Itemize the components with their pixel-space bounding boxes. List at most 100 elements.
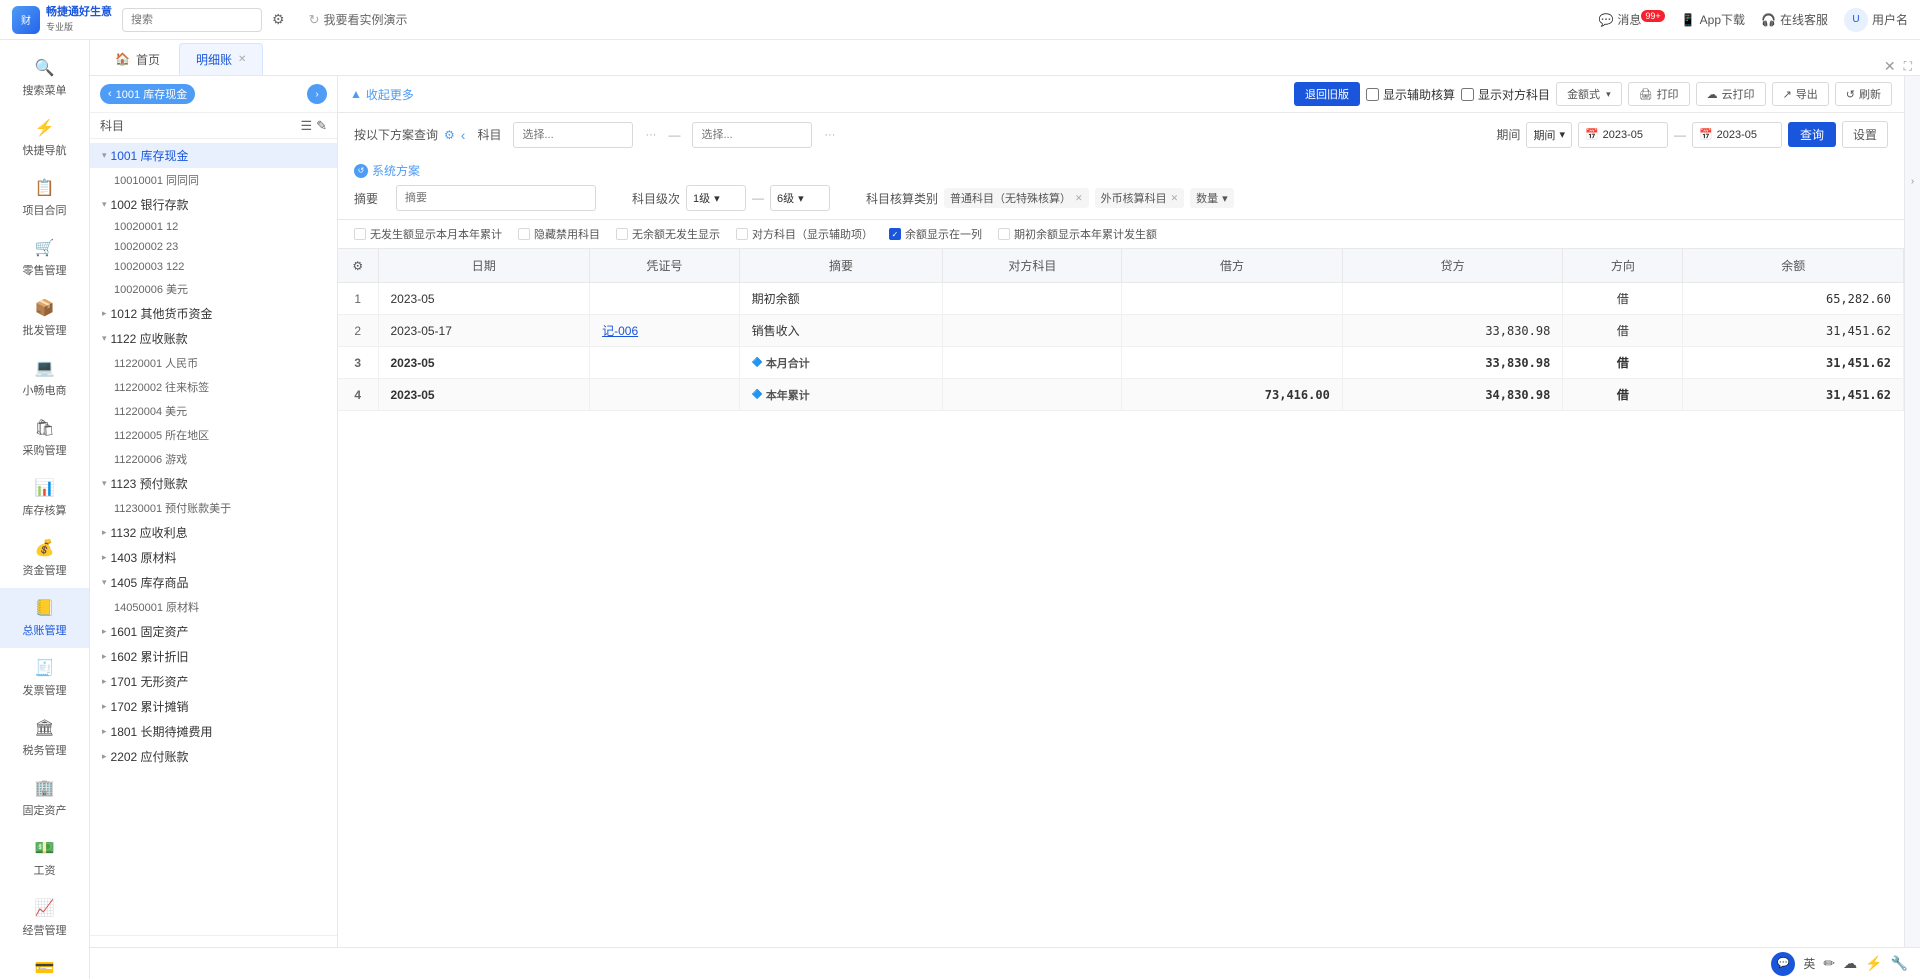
filter-collapse-icon[interactable]: ‹	[461, 127, 466, 143]
cb-opposite-subject[interactable]: 对方科目（显示辅助项）	[736, 226, 873, 242]
tree-node-11220006[interactable]: 11220006 游戏	[90, 447, 337, 471]
tab-detail[interactable]: 明细账 ✕	[179, 43, 263, 75]
cb-no-balance-show[interactable]: 无余额无发生显示	[616, 226, 720, 242]
subject-input-2[interactable]	[692, 122, 812, 148]
demo-link[interactable]: ↻ 我要看实例演示	[309, 11, 408, 28]
setting-btn[interactable]: 设置	[1842, 121, 1888, 148]
tree-node-1801[interactable]: ▸ 1801 长期待摊费用	[90, 719, 337, 744]
app-download-btn[interactable]: 📱 App下载	[1681, 11, 1745, 28]
sidebar-item-retail[interactable]: 🛒 零售管理	[0, 228, 89, 288]
filter-config-icon[interactable]: ⚙	[444, 128, 455, 142]
tree-node-1701[interactable]: ▸ 1701 无形资产	[90, 669, 337, 694]
cb-opposite-box[interactable]	[736, 228, 748, 240]
expand-btn[interactable]: ⛶	[1904, 59, 1912, 74]
tree-node-1601[interactable]: ▸ 1601 固定资产	[90, 619, 337, 644]
tree-node-1602[interactable]: ▸ 1602 累计折旧	[90, 644, 337, 669]
cb-no-balance-box[interactable]	[354, 228, 366, 240]
tree-node-1122[interactable]: ▾ 1122 应收账款	[90, 326, 337, 351]
tree-node-10010001[interactable]: 10010001 同同同	[90, 168, 337, 192]
user-btn[interactable]: U 用户名	[1844, 8, 1908, 32]
close-btn[interactable]: ✕	[1884, 58, 1896, 75]
calc-tag-1-close[interactable]: ✕	[1075, 193, 1083, 204]
calc-tag-1[interactable]: 普通科目（无特殊核算） ✕	[944, 188, 1089, 208]
message-btn[interactable]: 💬 消息 99+	[1598, 11, 1664, 28]
tree-node-11230001[interactable]: 11230001 预付账款美于	[90, 496, 337, 520]
summary-input[interactable]	[396, 185, 596, 211]
cb-balance-in-one[interactable]: ✓ 余额显示在一列	[889, 226, 982, 242]
tree-node-1123[interactable]: ▾ 1123 预付账款	[90, 471, 337, 496]
sidebar-item-payroll[interactable]: 💵 工资	[0, 828, 89, 888]
tree-node-10020003[interactable]: 10020003 122	[90, 257, 337, 277]
sidebar-item-quick[interactable]: ⚡ 快捷导航	[0, 108, 89, 168]
cb-balance-in-one-box[interactable]: ✓	[889, 228, 901, 240]
show-opposite-checkbox[interactable]	[1461, 88, 1474, 101]
tree-node-1012[interactable]: ▸ 1012 其他货币资金	[90, 301, 337, 326]
toggle-more-btn[interactable]: ▲ 收起更多	[350, 86, 414, 103]
subject-more-dots[interactable]: ···	[645, 129, 656, 141]
calc-tag-2-close[interactable]: ✕	[1171, 193, 1179, 204]
tab-home[interactable]: 🏠 首页	[98, 43, 177, 75]
tree-navigate-btn[interactable]: ›	[307, 84, 327, 104]
sidebar-item-search[interactable]: 🔍 搜索菜单	[0, 48, 89, 108]
tree-node-11220005[interactable]: 11220005 所在地区	[90, 423, 337, 447]
sidebar-item-accounting[interactable]: 📒 总账管理	[0, 588, 89, 648]
level-from-select[interactable]: 1级 ▾	[686, 185, 746, 211]
amount-style-btn[interactable]: 金额式	[1556, 82, 1622, 106]
search-btn[interactable]: 查询	[1788, 122, 1836, 147]
chat-btn[interactable]: 💬	[1771, 952, 1795, 976]
edit-bottom-icon[interactable]: ✏	[1823, 955, 1835, 972]
voucher-link[interactable]: 记-006	[602, 324, 638, 338]
cb-initial-balance-box[interactable]	[998, 228, 1010, 240]
subject-input[interactable]	[513, 122, 633, 148]
cb-no-balance[interactable]: 无发生额显示本月本年累计	[354, 226, 502, 242]
calc-tag-2[interactable]: 外币核算科目 ✕	[1095, 188, 1185, 208]
level-to-select[interactable]: 6级 ▾	[770, 185, 830, 211]
tree-node-1702[interactable]: ▸ 1702 累计摊销	[90, 694, 337, 719]
cb-initial-balance[interactable]: 期初余额显示本年累计发生额	[998, 226, 1157, 242]
sidebar-item-operations[interactable]: 📈 经营管理	[0, 888, 89, 948]
tree-node-1132[interactable]: ▸ 1132 应收利息	[90, 520, 337, 545]
edit-icon[interactable]: ✎	[316, 118, 327, 134]
tree-node-1403[interactable]: ▸ 1403 原材料	[90, 545, 337, 570]
subject-more-dots-2[interactable]: ···	[824, 129, 835, 141]
tree-node-11220001[interactable]: 11220001 人民币	[90, 351, 337, 375]
tree-node-1405[interactable]: ▾ 1405 库存商品	[90, 570, 337, 595]
back-old-btn[interactable]: 退回旧版	[1294, 82, 1360, 106]
cloud-print-btn[interactable]: ☁ 云打印	[1696, 82, 1766, 106]
sidebar-item-project[interactable]: 📋 项目合同	[0, 168, 89, 228]
topbar-search-input[interactable]	[122, 8, 262, 32]
sidebar-item-ecom[interactable]: 💻 小畅电商	[0, 348, 89, 408]
tree-node-10020001[interactable]: 10020001 12	[90, 217, 337, 237]
show-assist-checkbox[interactable]	[1366, 88, 1379, 101]
sidebar-item-wholesale[interactable]: 📦 批发管理	[0, 288, 89, 348]
tree-scrollbar[interactable]	[90, 935, 337, 947]
tree-node-1001[interactable]: ▾ 1001 库存现金	[90, 143, 337, 168]
tree-node-11220004[interactable]: 11220004 美元	[90, 399, 337, 423]
tab-close-icon[interactable]: ✕	[238, 54, 246, 65]
settings-icon[interactable]: ⚙	[268, 11, 289, 28]
cloud-bottom-icon[interactable]: ☁	[1843, 955, 1857, 972]
tree-node-2202[interactable]: ▸ 2202 应付账款	[90, 744, 337, 769]
sidebar-item-inventory[interactable]: 📊 库存核算	[0, 468, 89, 528]
tree-node-10020002[interactable]: 10020002 23	[90, 237, 337, 257]
period-from-input[interactable]: 📅 2023-05	[1578, 122, 1668, 148]
sidebar-item-tax[interactable]: 🏛 税务管理	[0, 708, 89, 768]
tree-node-10020006[interactable]: 10020006 美元	[90, 277, 337, 301]
selected-subject-tag[interactable]: ‹ 1001 库存现金	[100, 84, 195, 104]
period-type-select[interactable]: 期间 ▾	[1526, 122, 1572, 148]
refresh-btn[interactable]: ↺ 刷新	[1835, 82, 1892, 106]
tree-node-1002[interactable]: ▾ 1002 银行存款	[90, 192, 337, 217]
tree-node-14050001[interactable]: 14050001 原材料	[90, 595, 337, 619]
sidebar-item-sales[interactable]: 💳 小畅报销	[0, 948, 89, 979]
right-panel-collapse[interactable]: ›	[1904, 76, 1920, 947]
sidebar-item-fixed-assets[interactable]: 🏢 固定资产	[0, 768, 89, 828]
system-scheme-btn[interactable]: ↺ 系统方案	[354, 160, 1888, 181]
tree-node-11220002[interactable]: 11220002 往来标签	[90, 375, 337, 399]
flash-bottom-icon[interactable]: ⚡	[1865, 955, 1882, 972]
period-to-input[interactable]: 📅 2023-05	[1692, 122, 1782, 148]
cb-no-balance-show-box[interactable]	[616, 228, 628, 240]
lang-btn[interactable]: 英	[1803, 955, 1815, 972]
calc-tag-3[interactable]: 数量 ▾	[1190, 188, 1234, 208]
export-btn[interactable]: ↗ 导出	[1772, 82, 1829, 106]
wrench-bottom-icon[interactable]: 🔧	[1891, 955, 1908, 972]
